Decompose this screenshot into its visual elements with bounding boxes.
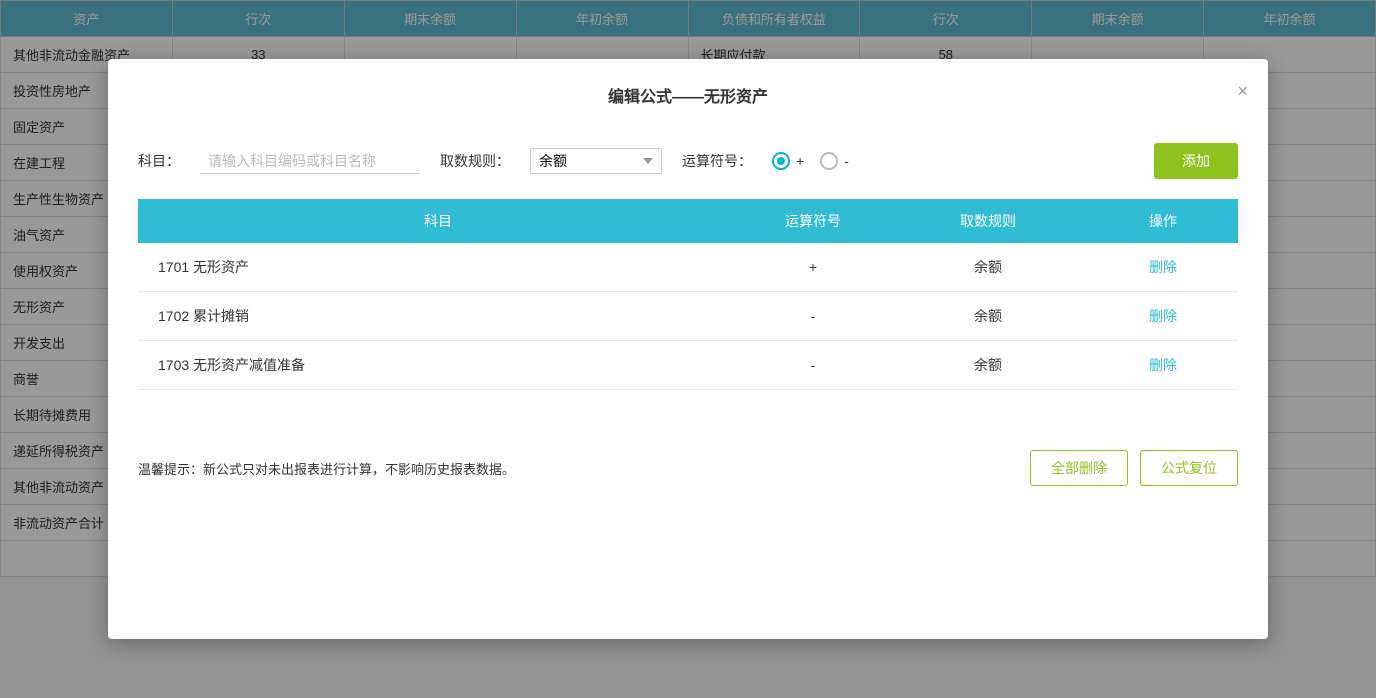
row3-delete-button[interactable]: 删除 xyxy=(1149,355,1177,375)
row3-subject: 1703 无形资产减值准备 xyxy=(138,341,738,390)
modal-dialog: 编辑公式——无形资产 × 科目： 取数规则： 余额 借方发生额 贷方发生额 借方… xyxy=(108,59,1268,639)
row2-delete-button[interactable]: 删除 xyxy=(1149,306,1177,326)
modal-close-button[interactable]: × xyxy=(1237,82,1248,100)
footer-buttons: 全部删除 公式复位 xyxy=(1030,450,1238,486)
table-row: 1703 无形资产减值准备 - 余额 删除 xyxy=(138,341,1238,390)
add-button[interactable]: 添加 xyxy=(1154,143,1238,179)
col-action: 操作 xyxy=(1088,199,1238,243)
operator-plus-item[interactable]: + xyxy=(772,152,804,170)
row2-action: 删除 xyxy=(1088,292,1238,341)
row3-operator: - xyxy=(738,341,888,390)
operator-plus-radio[interactable] xyxy=(772,152,790,170)
rule-label: 取数规则： xyxy=(440,151,510,171)
col-operator: 运算符号 xyxy=(738,199,888,243)
row3-rule: 余额 xyxy=(888,341,1088,390)
row3-action: 删除 xyxy=(1088,341,1238,390)
modal-body: 科目： 取数规则： 余额 借方发生额 贷方发生额 借方累计发生额 贷方累计发生额… xyxy=(108,123,1268,434)
row1-action: 删除 xyxy=(1088,243,1238,292)
formula-table: 科目 运算符号 取数规则 操作 1701 无形资产 + 余额 删除 xyxy=(138,199,1238,390)
modal-footer: 温馨提示：新公式只对未出报表进行计算，不影响历史报表数据。 全部删除 公式复位 xyxy=(108,434,1268,510)
operator-label: 运算符号： xyxy=(682,151,752,171)
row1-delete-button[interactable]: 删除 xyxy=(1149,257,1177,277)
row1-subject: 1701 无形资产 xyxy=(138,243,738,292)
row2-subject: 1702 累计摊销 xyxy=(138,292,738,341)
row2-operator: - xyxy=(738,292,888,341)
subject-label: 科目： xyxy=(138,151,180,171)
row1-operator: + xyxy=(738,243,888,292)
delete-all-button[interactable]: 全部删除 xyxy=(1030,450,1128,486)
operator-minus-radio[interactable] xyxy=(820,152,838,170)
col-rule: 取数规则 xyxy=(888,199,1088,243)
subject-input[interactable] xyxy=(200,149,420,174)
footer-tip: 温馨提示：新公式只对未出报表进行计算，不影响历史报表数据。 xyxy=(138,459,515,478)
form-row: 科目： 取数规则： 余额 借方发生额 贷方发生额 借方累计发生额 贷方累计发生额… xyxy=(138,143,1238,179)
row1-rule: 余额 xyxy=(888,243,1088,292)
operator-radio-group: + - xyxy=(772,152,849,170)
table-row: 1701 无形资产 + 余额 删除 xyxy=(138,243,1238,292)
reset-formula-button[interactable]: 公式复位 xyxy=(1140,450,1238,486)
modal-title: 编辑公式——无形资产 xyxy=(608,89,768,106)
modal-header: 编辑公式——无形资产 × xyxy=(108,59,1268,123)
col-subject: 科目 xyxy=(138,199,738,243)
operator-plus-label: + xyxy=(796,153,804,169)
table-row: 1702 累计摊销 - 余额 删除 xyxy=(138,292,1238,341)
rule-select[interactable]: 余额 借方发生额 贷方发生额 借方累计发生额 贷方累计发生额 xyxy=(530,148,662,174)
modal-overlay: 编辑公式——无形资产 × 科目： 取数规则： 余额 借方发生额 贷方发生额 借方… xyxy=(0,0,1376,698)
operator-minus-item[interactable]: - xyxy=(820,152,849,170)
operator-minus-label: - xyxy=(844,153,849,169)
row2-rule: 余额 xyxy=(888,292,1088,341)
